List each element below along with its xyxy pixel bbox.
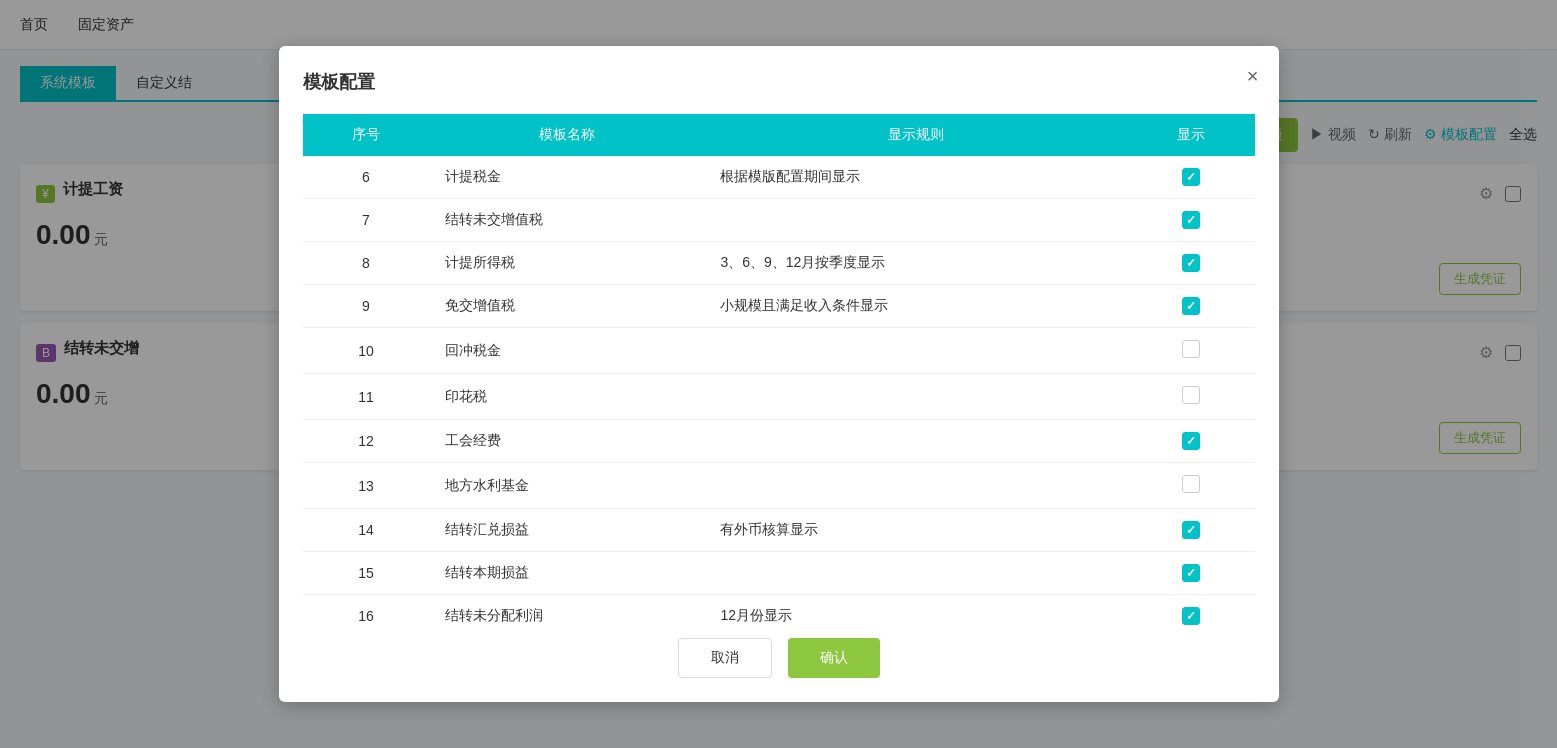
modal-footer: 取消 确认 [303, 638, 1255, 678]
confirm-button[interactable]: 确认 [788, 638, 880, 678]
row-name-16: 结转未分配利润 [429, 595, 704, 635]
row-check-cell-13 [1128, 463, 1255, 509]
row-checkbox-16[interactable] [1182, 607, 1200, 625]
row-name-14: 结转汇兑损益 [429, 509, 704, 552]
row-name-6: 计提税金 [429, 156, 704, 199]
row-id-7: 7 [303, 199, 430, 242]
row-check-cell-12 [1128, 420, 1255, 463]
row-name-9: 免交增值税 [429, 285, 704, 328]
col-header-name: 模板名称 [429, 114, 704, 156]
row-rule-13 [704, 463, 1127, 509]
row-rule-16: 12月份显示 [704, 595, 1127, 635]
row-checkbox-9[interactable] [1182, 297, 1200, 315]
row-rule-15 [704, 552, 1127, 595]
row-check-cell-8 [1128, 242, 1255, 285]
table-row: 12工会经费 [303, 420, 1255, 463]
row-name-13: 地方水利基金 [429, 463, 704, 509]
row-check-cell-10 [1128, 328, 1255, 374]
row-name-10: 回冲税金 [429, 328, 704, 374]
row-checkbox-7[interactable] [1182, 211, 1200, 229]
row-check-cell-7 [1128, 199, 1255, 242]
table-row: 7结转未交增值税 [303, 199, 1255, 242]
row-rule-11 [704, 374, 1127, 420]
row-name-7: 结转未交增值税 [429, 199, 704, 242]
row-id-11: 11 [303, 374, 430, 420]
table-row: 8计提所得税3、6、9、12月按季度显示 [303, 242, 1255, 285]
table-row: 10回冲税金 [303, 328, 1255, 374]
cancel-button[interactable]: 取消 [678, 638, 772, 678]
row-checkbox-10[interactable] [1182, 340, 1200, 358]
row-check-cell-6 [1128, 156, 1255, 199]
row-id-10: 10 [303, 328, 430, 374]
col-header-rule: 显示规则 [704, 114, 1127, 156]
row-check-cell-9 [1128, 285, 1255, 328]
row-rule-7 [704, 199, 1127, 242]
row-checkbox-13[interactable] [1182, 475, 1200, 493]
table-header-row: 序号 模板名称 显示规则 显示 [303, 114, 1255, 156]
row-name-15: 结转本期损益 [429, 552, 704, 595]
row-checkbox-14[interactable] [1182, 521, 1200, 539]
modal-close-button[interactable]: × [1247, 66, 1259, 86]
col-header-id: 序号 [303, 114, 430, 156]
row-checkbox-12[interactable] [1182, 432, 1200, 450]
row-check-cell-14 [1128, 509, 1255, 552]
row-rule-9: 小规模且满足收入条件显示 [704, 285, 1127, 328]
row-rule-12 [704, 420, 1127, 463]
modal-title: 模板配置 [303, 70, 1255, 94]
row-rule-14: 有外币核算显示 [704, 509, 1127, 552]
row-id-9: 9 [303, 285, 430, 328]
row-rule-10 [704, 328, 1127, 374]
table-wrapper[interactable]: 序号 模板名称 显示规则 显示 6计提税金根据模版配置期间显示7结转未交增值税8… [303, 114, 1255, 634]
modal-overlay: 模板配置 × 序号 模板名称 显示规则 显示 6计提税金根据模版配置期间显示7结… [0, 0, 1557, 748]
row-id-14: 14 [303, 509, 430, 552]
col-header-show: 显示 [1128, 114, 1255, 156]
row-checkbox-15[interactable] [1182, 564, 1200, 582]
row-checkbox-8[interactable] [1182, 254, 1200, 272]
table-row: 6计提税金根据模版配置期间显示 [303, 156, 1255, 199]
table-row: 13地方水利基金 [303, 463, 1255, 509]
row-check-cell-11 [1128, 374, 1255, 420]
row-name-8: 计提所得税 [429, 242, 704, 285]
row-name-11: 印花税 [429, 374, 704, 420]
row-id-6: 6 [303, 156, 430, 199]
modal-template-config: 模板配置 × 序号 模板名称 显示规则 显示 6计提税金根据模版配置期间显示7结… [279, 46, 1279, 702]
row-checkbox-6[interactable] [1182, 168, 1200, 186]
table-row: 14结转汇兑损益有外币核算显示 [303, 509, 1255, 552]
row-id-13: 13 [303, 463, 430, 509]
row-id-15: 15 [303, 552, 430, 595]
row-check-cell-16 [1128, 595, 1255, 635]
row-check-cell-15 [1128, 552, 1255, 595]
row-id-12: 12 [303, 420, 430, 463]
row-rule-6: 根据模版配置期间显示 [704, 156, 1127, 199]
row-id-16: 16 [303, 595, 430, 635]
table-row: 9免交增值税小规模且满足收入条件显示 [303, 285, 1255, 328]
config-table: 序号 模板名称 显示规则 显示 6计提税金根据模版配置期间显示7结转未交增值税8… [303, 114, 1255, 634]
row-checkbox-11[interactable] [1182, 386, 1200, 404]
row-rule-8: 3、6、9、12月按季度显示 [704, 242, 1127, 285]
table-row: 11印花税 [303, 374, 1255, 420]
row-id-8: 8 [303, 242, 430, 285]
table-row: 16结转未分配利润12月份显示 [303, 595, 1255, 635]
table-row: 15结转本期损益 [303, 552, 1255, 595]
row-name-12: 工会经费 [429, 420, 704, 463]
